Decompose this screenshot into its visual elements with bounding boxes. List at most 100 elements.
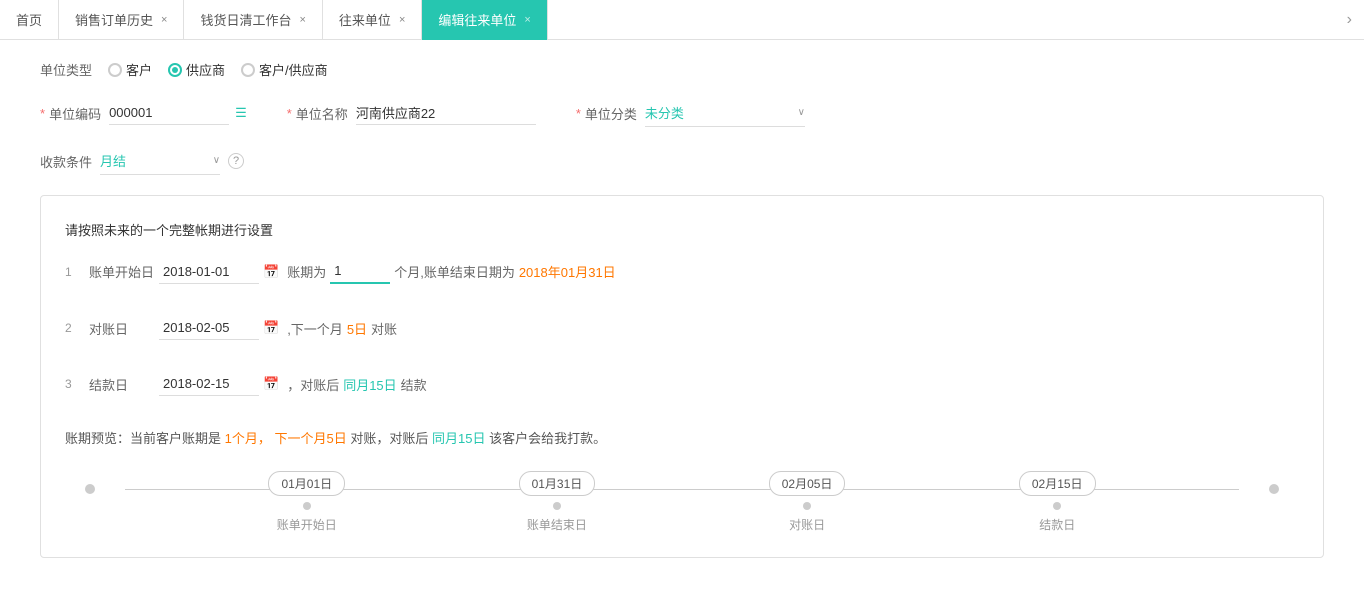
tabs-expand-button[interactable]: ›: [1335, 11, 1364, 29]
unit-code-group: * 单位编码 ☰: [40, 101, 247, 125]
timeline-label-1: 账单开始日: [277, 516, 337, 533]
timeline-point-2: 01月31日 账单结束日: [519, 471, 596, 533]
row-3-num: 3: [65, 377, 89, 391]
unit-code-star: *: [40, 106, 45, 121]
row-1-month-label: 个月,账单结束日期为: [394, 262, 515, 281]
row-1-label: 账单开始日: [89, 262, 159, 281]
unit-category-arrow: ∨: [798, 107, 805, 118]
row-1-period-label: 账期为: [287, 262, 326, 281]
tab-partner-label: 往来单位: [339, 10, 391, 29]
radio-customer-label: 客户: [126, 60, 152, 79]
panel-title: 请按照未来的一个完整帐期进行设置: [65, 220, 1299, 239]
unit-type-row: 单位类型 客户 供应商 客户/供应商: [40, 60, 1324, 79]
tab-cash-work[interactable]: 钱货日清工作台 ×: [184, 0, 322, 40]
tab-home-label: 首页: [16, 10, 42, 29]
unit-category-value: 未分类: [645, 103, 794, 122]
main-content: 单位类型 客户 供应商 客户/供应商 * 单位编码 ☰ * 单位名称: [0, 40, 1364, 608]
tab-cash-close[interactable]: ×: [299, 14, 305, 26]
timeline-label-2: 账单结束日: [527, 516, 587, 533]
unit-code-label: 单位编码: [49, 104, 101, 123]
tab-sales-history[interactable]: 销售订单历史 ×: [59, 0, 184, 40]
timeline-start: [85, 471, 95, 504]
tab-partner-close[interactable]: ×: [399, 14, 405, 26]
timeline-container: 01月01日 账单开始日 01月31日 账单结束日 02月05日 对账日: [65, 471, 1299, 533]
timeline-dot-2: [553, 502, 561, 510]
preview-mid: 对账，对账后: [350, 431, 428, 446]
timeline-dot-1: [303, 502, 311, 510]
radio-both-label: 客户/供应商: [259, 60, 328, 79]
timeline-point-4: 02月15日 结款日: [1019, 471, 1096, 533]
radio-supplier-label: 供应商: [186, 60, 225, 79]
unit-name-group: * 单位名称: [287, 101, 536, 125]
payment-help-icon[interactable]: ?: [228, 153, 244, 169]
unit-fields-row: * 单位编码 ☰ * 单位名称 * 单位分类 未分类 ∨: [40, 99, 1324, 127]
row-1-end-date: 2018年01月31日: [519, 262, 616, 281]
unit-category-label: 单位分类: [585, 104, 637, 123]
timeline-tag-3: 02月05日: [769, 471, 846, 496]
tab-home[interactable]: 首页: [0, 0, 59, 40]
preview-text: 账期预览：当前客户账期是 1个月， 下一个月5日 对账，对账后 同月15日 该客…: [65, 428, 1299, 447]
reconcile-date-input[interactable]: [159, 316, 259, 340]
tab-edit-partner-close[interactable]: ×: [524, 14, 530, 26]
payment-date-cal-icon[interactable]: 📅: [263, 376, 279, 392]
row-2-highlight: 5日: [347, 319, 367, 338]
unit-type-label: 单位类型: [40, 60, 92, 79]
period-input[interactable]: [330, 259, 390, 284]
tab-partner[interactable]: 往来单位 ×: [323, 0, 422, 40]
radio-both[interactable]: 客户/供应商: [241, 60, 328, 79]
timeline-tag-2: 01月31日: [519, 471, 596, 496]
unit-code-icon[interactable]: ☰: [235, 105, 247, 121]
config-panel: 请按照未来的一个完整帐期进行设置 1 账单开始日 📅 账期为 个月,账单结束日期…: [40, 195, 1324, 558]
unit-category-dropdown[interactable]: 未分类 ∨: [645, 99, 805, 127]
unit-code-input[interactable]: [109, 101, 229, 125]
row-3-highlight: 同月15日: [343, 375, 396, 394]
radio-customer[interactable]: 客户: [108, 60, 152, 79]
preview-suffix: 该客户会给我打款。: [489, 431, 606, 446]
config-row-2: 2 对账日 📅 ,下一个月 5日 对账: [65, 316, 1299, 348]
start-date-input[interactable]: [159, 260, 259, 284]
row-2-label: 对账日: [89, 319, 159, 338]
tab-cash-label: 钱货日清工作台: [200, 10, 291, 29]
row-2-pre: ,下一个月: [287, 319, 343, 338]
payment-label: 收款条件: [40, 152, 92, 171]
timeline-label-3: 对账日: [789, 516, 825, 533]
timeline-label-4: 结款日: [1039, 516, 1075, 533]
reconcile-date-cal-icon[interactable]: 📅: [263, 320, 279, 336]
radio-supplier[interactable]: 供应商: [168, 60, 225, 79]
unit-name-label: 单位名称: [296, 104, 348, 123]
timeline-dot-4: [1053, 502, 1061, 510]
unit-name-star: *: [287, 106, 292, 121]
row-1-desc: 账期为 个月,账单结束日期为 2018年01月31日: [287, 259, 615, 284]
tabs-bar: 首页 销售订单历史 × 钱货日清工作台 × 往来单位 × 编辑往来单位 × ›: [0, 0, 1364, 40]
row-3-post: 结款: [401, 375, 427, 394]
timeline-point-3: 02月05日 对账日: [769, 471, 846, 533]
payment-arrow: ∨: [213, 155, 220, 166]
timeline-tag-1: 01月01日: [268, 471, 345, 496]
radio-customer-circle: [108, 63, 122, 77]
row-2-num: 2: [65, 321, 89, 335]
tab-sales-close[interactable]: ×: [161, 14, 167, 26]
start-date-cal-icon[interactable]: 📅: [263, 264, 279, 280]
timeline-start-dot: [85, 484, 95, 494]
unit-category-group: * 单位分类 未分类 ∨: [576, 99, 805, 127]
payment-date-input[interactable]: [159, 372, 259, 396]
preview-next-reconcile: 下一个月5日: [275, 431, 347, 446]
payment-row: 收款条件 月结 ∨ ?: [40, 147, 1324, 175]
tab-sales-label: 销售订单历史: [75, 10, 153, 29]
payment-dropdown[interactable]: 月结 ∨: [100, 147, 220, 175]
timeline-end: [1269, 471, 1279, 504]
row-1-num: 1: [65, 265, 89, 279]
row-3-desc: ，对账后 同月15日 结款: [287, 375, 427, 394]
tab-edit-partner-label: 编辑往来单位: [438, 10, 516, 29]
timeline-point-1: 01月01日 账单开始日: [268, 471, 345, 533]
tab-edit-partner[interactable]: 编辑往来单位 ×: [422, 0, 547, 40]
radio-group: 客户 供应商 客户/供应商: [108, 60, 328, 79]
row-2-desc: ,下一个月 5日 对账: [287, 319, 397, 338]
preview-label: 账期预览：当前客户账期是: [65, 431, 221, 446]
unit-name-input[interactable]: [356, 101, 536, 125]
payment-value: 月结: [100, 151, 209, 170]
timeline-points: 01月01日 账单开始日 01月31日 账单结束日 02月05日 对账日: [85, 471, 1279, 533]
preview-period: 1个月，: [225, 431, 271, 446]
preview-payment-day: 同月15日: [432, 431, 485, 446]
timeline-dot-3: [803, 502, 811, 510]
